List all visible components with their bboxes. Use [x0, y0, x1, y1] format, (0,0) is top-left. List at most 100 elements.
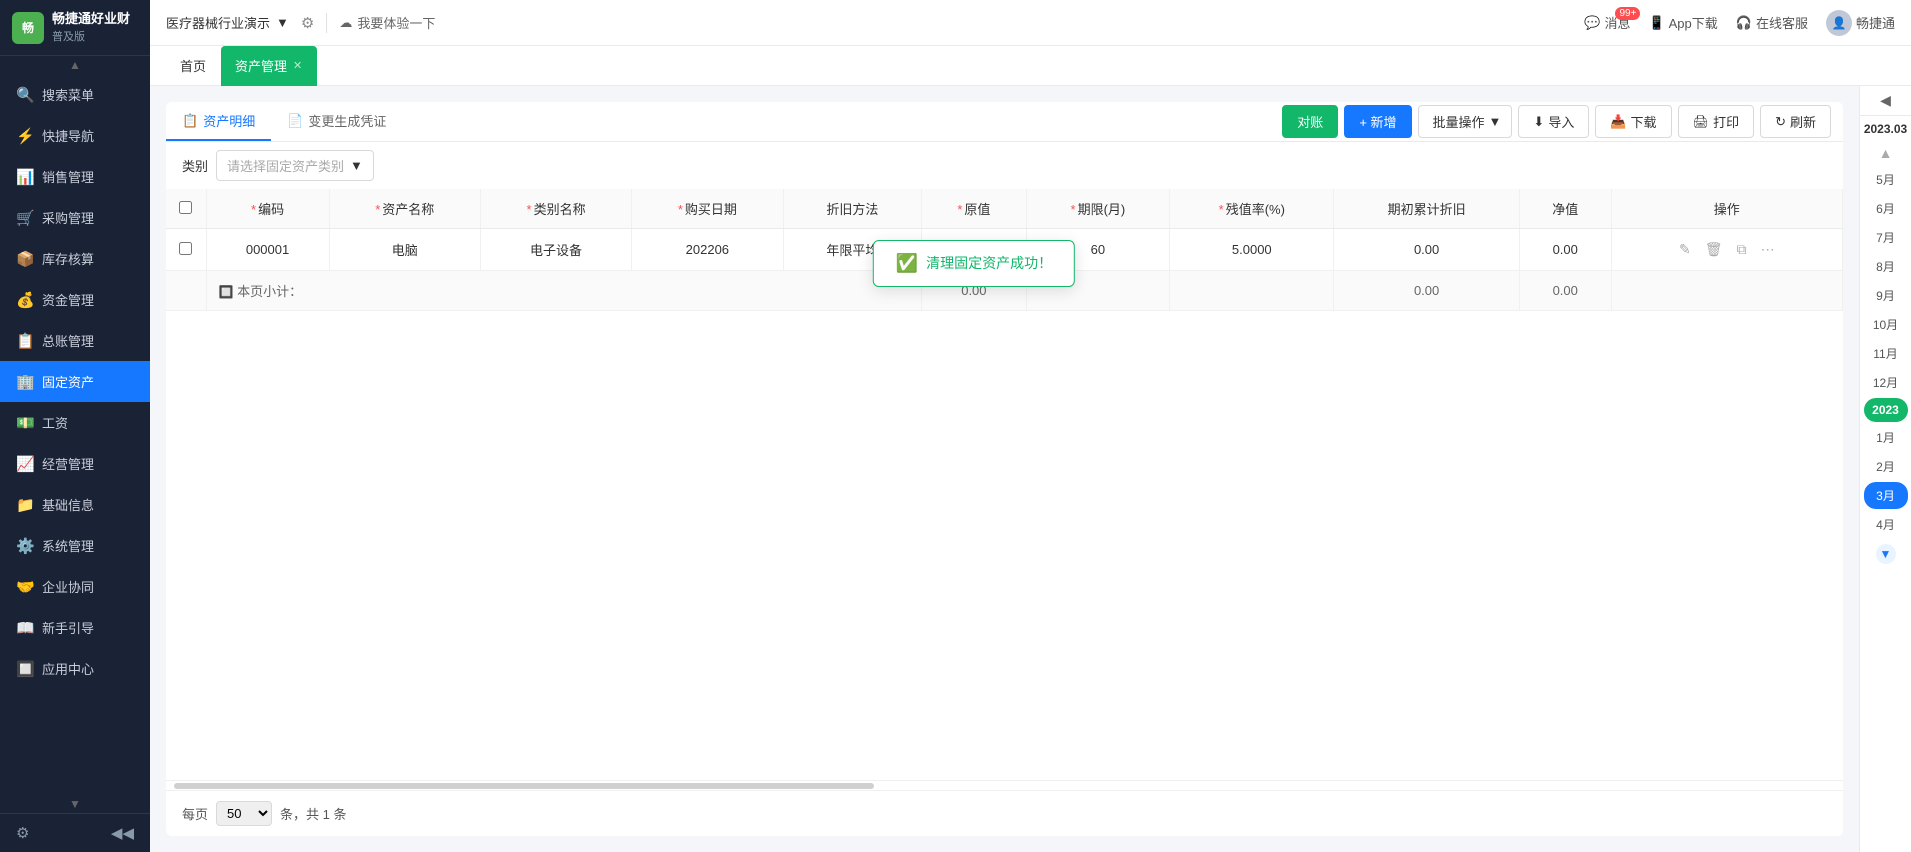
sidebar-item-fixed[interactable]: 🏢 固定资产	[0, 361, 150, 402]
sidebar-item-label: 工资	[42, 413, 68, 432]
copy-action-btn[interactable]: ⧉	[1733, 239, 1751, 260]
per-page-select[interactable]: 50 10 20 100	[216, 801, 272, 826]
online-service-label: 在线客服	[1756, 13, 1808, 32]
subtotal-label: 本页小计：	[237, 284, 302, 299]
tab-home[interactable]: 首页	[166, 46, 221, 86]
sidebar-item-operations[interactable]: 📈 经营管理	[0, 443, 150, 484]
experience-btn[interactable]: ☁ 我要体验一下	[339, 13, 435, 32]
sidebar-item-label: 资金管理	[42, 290, 94, 309]
import-button[interactable]: ⬇ 导入	[1518, 105, 1589, 138]
row-checkbox[interactable]	[179, 242, 192, 255]
select-all-checkbox[interactable]	[179, 201, 192, 214]
message-badge: 99+	[1615, 7, 1640, 20]
month-item-1[interactable]: 1月	[1864, 424, 1908, 451]
row-actions: ✎ 🗑 ⧉ ⋯	[1624, 239, 1830, 260]
collapse-icon[interactable]: ◀◀	[111, 824, 134, 842]
subtotal-icon: 🔲	[219, 285, 234, 299]
refresh-button[interactable]: ↻ 刷新	[1760, 105, 1831, 138]
tab-asset[interactable]: 资产管理 ✕	[221, 46, 317, 86]
delete-action-btn[interactable]: 🗑	[1701, 239, 1727, 260]
sidebar-item-payroll[interactable]: 💵 工资	[0, 402, 150, 443]
app-logo: 畅	[12, 12, 44, 44]
print-icon: 🖨	[1693, 114, 1710, 130]
sidebar-item-basics[interactable]: 📁 基础信息	[0, 484, 150, 525]
month-item-6[interactable]: 6月	[1864, 195, 1908, 222]
download-button[interactable]: 📥 下载	[1595, 105, 1671, 138]
sidebar-item-apps[interactable]: 🔲 应用中心	[0, 648, 150, 689]
settings-icon[interactable]: ⚙	[16, 824, 29, 842]
new-button[interactable]: + 新增	[1344, 105, 1411, 138]
month-item-5[interactable]: 5月	[1864, 166, 1908, 193]
th-initial-accum-depreciation: 期初累计折旧	[1334, 189, 1519, 229]
month-item-7[interactable]: 7月	[1864, 224, 1908, 251]
sidebar-item-system[interactable]: ⚙️ 系统管理	[0, 525, 150, 566]
month-item-8[interactable]: 8月	[1864, 253, 1908, 280]
month-expand-icon[interactable]: ▼	[1876, 544, 1896, 564]
month-item-2[interactable]: 2月	[1864, 453, 1908, 480]
avatar-icon: 👤	[1832, 16, 1847, 30]
sidebar-item-label: 经营管理	[42, 454, 94, 473]
reconcile-button[interactable]: 对账	[1282, 105, 1338, 138]
month-item-3-current[interactable]: 3月	[1864, 482, 1908, 509]
system-icon: ⚙️	[16, 537, 34, 555]
sidebar-item-purchase[interactable]: 🛒 采购管理	[0, 197, 150, 238]
subtotal-residual-rate	[1170, 271, 1334, 311]
month-item-12[interactable]: 12月	[1864, 369, 1908, 396]
import-icon: ⬇	[1533, 114, 1544, 130]
sidebar-item-capital[interactable]: 💰 资金管理	[0, 279, 150, 320]
sidebar-item-label: 搜索菜单	[42, 85, 94, 104]
sidebar-item-sales[interactable]: 📊 销售管理	[0, 156, 150, 197]
sidebar-item-label: 固定资产	[42, 372, 94, 391]
sidebar-item-collab[interactable]: 🤝 企业协同	[0, 566, 150, 607]
sub-tab-asset-detail[interactable]: 📋 资产明细	[166, 102, 271, 141]
month-item-4[interactable]: 4月	[1864, 511, 1908, 538]
print-button[interactable]: 🖨 打印	[1678, 105, 1755, 138]
sidebar: 畅 畅捷通好业财 普及版 ▲ 🔍 搜索菜单 ⚡ 快捷导航 📊 销售管理 🛒 采购…	[0, 0, 150, 852]
month-scroll-up[interactable]: ▲	[1876, 142, 1896, 164]
settings-gear-icon[interactable]: ⚙	[301, 14, 314, 32]
cell-category: 电子设备	[480, 229, 631, 271]
cloud-icon: ☁	[339, 15, 352, 31]
th-original-value: *原值	[922, 189, 1027, 229]
sub-tabs: 📋 资产明细 📄 变更生成凭证 对账 + 新增 批量操作 ▼	[166, 102, 1843, 142]
inventory-icon: 📦	[16, 250, 34, 268]
sub-tab-change-voucher[interactable]: 📄 变更生成凭证	[271, 102, 402, 141]
filter-row: 类别 请选择固定资产类别 ▼	[166, 142, 1843, 189]
app-download-btn[interactable]: 📱 App下载	[1648, 13, 1717, 32]
right-panel-collapse-icon[interactable]: ◀	[1880, 92, 1891, 109]
message-icon: 💬	[1584, 15, 1600, 31]
month-item-11[interactable]: 11月	[1864, 340, 1908, 367]
more-action-btn[interactable]: ⋯	[1757, 239, 1779, 260]
online-service-btn[interactable]: 🎧 在线客服	[1736, 13, 1808, 32]
sidebar-item-quicknav[interactable]: ⚡ 快捷导航	[0, 115, 150, 156]
user-menu[interactable]: 👤 畅捷通	[1826, 10, 1895, 36]
asset-table-wrap: *编码 *资产名称 *类别名称 *购买日期 折旧方法 *原值 *期限(月) *残…	[166, 189, 1843, 780]
apps-icon: 🔲	[16, 660, 34, 678]
horizontal-scrollbar[interactable]	[174, 783, 874, 789]
company-selector[interactable]: 医疗器械行业演示 ▼	[166, 13, 289, 32]
month-item-10[interactable]: 10月	[1864, 311, 1908, 338]
year-badge-2023[interactable]: 2023	[1864, 398, 1908, 422]
message-btn[interactable]: 💬 消息 99+	[1584, 13, 1630, 32]
sidebar-item-guide[interactable]: 📖 新手引导	[0, 607, 150, 648]
category-filter-dropdown-icon: ▼	[350, 158, 363, 173]
avatar: 👤	[1826, 10, 1852, 36]
sidebar-scroll-down[interactable]: ▼	[0, 795, 150, 813]
month-list: ▲ 5月 6月 7月 8月 9月 10月 11月 12月 2023 1月 2月 …	[1864, 142, 1908, 564]
sidebar-item-inventory[interactable]: 📦 库存核算	[0, 238, 150, 279]
edit-action-btn[interactable]: ✎	[1675, 239, 1695, 260]
tab-asset-label: 资产管理	[235, 56, 287, 75]
cell-name: 电脑	[329, 229, 480, 271]
sidebar-item-label: 销售管理	[42, 167, 94, 186]
sidebar-item-search[interactable]: 🔍 搜索菜单	[0, 74, 150, 115]
cell-residual-rate: 5.0000	[1170, 229, 1334, 271]
batch-button[interactable]: 批量操作 ▼	[1418, 105, 1513, 138]
pagination-bar: 每页 50 10 20 100 条，共 1 条	[166, 790, 1843, 836]
sidebar-scroll-up[interactable]: ▲	[0, 56, 150, 74]
tab-close-icon[interactable]: ✕	[293, 59, 302, 72]
category-filter-select[interactable]: 请选择固定资产类别 ▼	[216, 150, 374, 181]
right-panel-year: 2023.03	[1860, 116, 1911, 142]
month-item-9[interactable]: 9月	[1864, 282, 1908, 309]
sidebar-item-ledger[interactable]: 📋 总账管理	[0, 320, 150, 361]
horizontal-scrollbar-area	[166, 780, 1843, 790]
